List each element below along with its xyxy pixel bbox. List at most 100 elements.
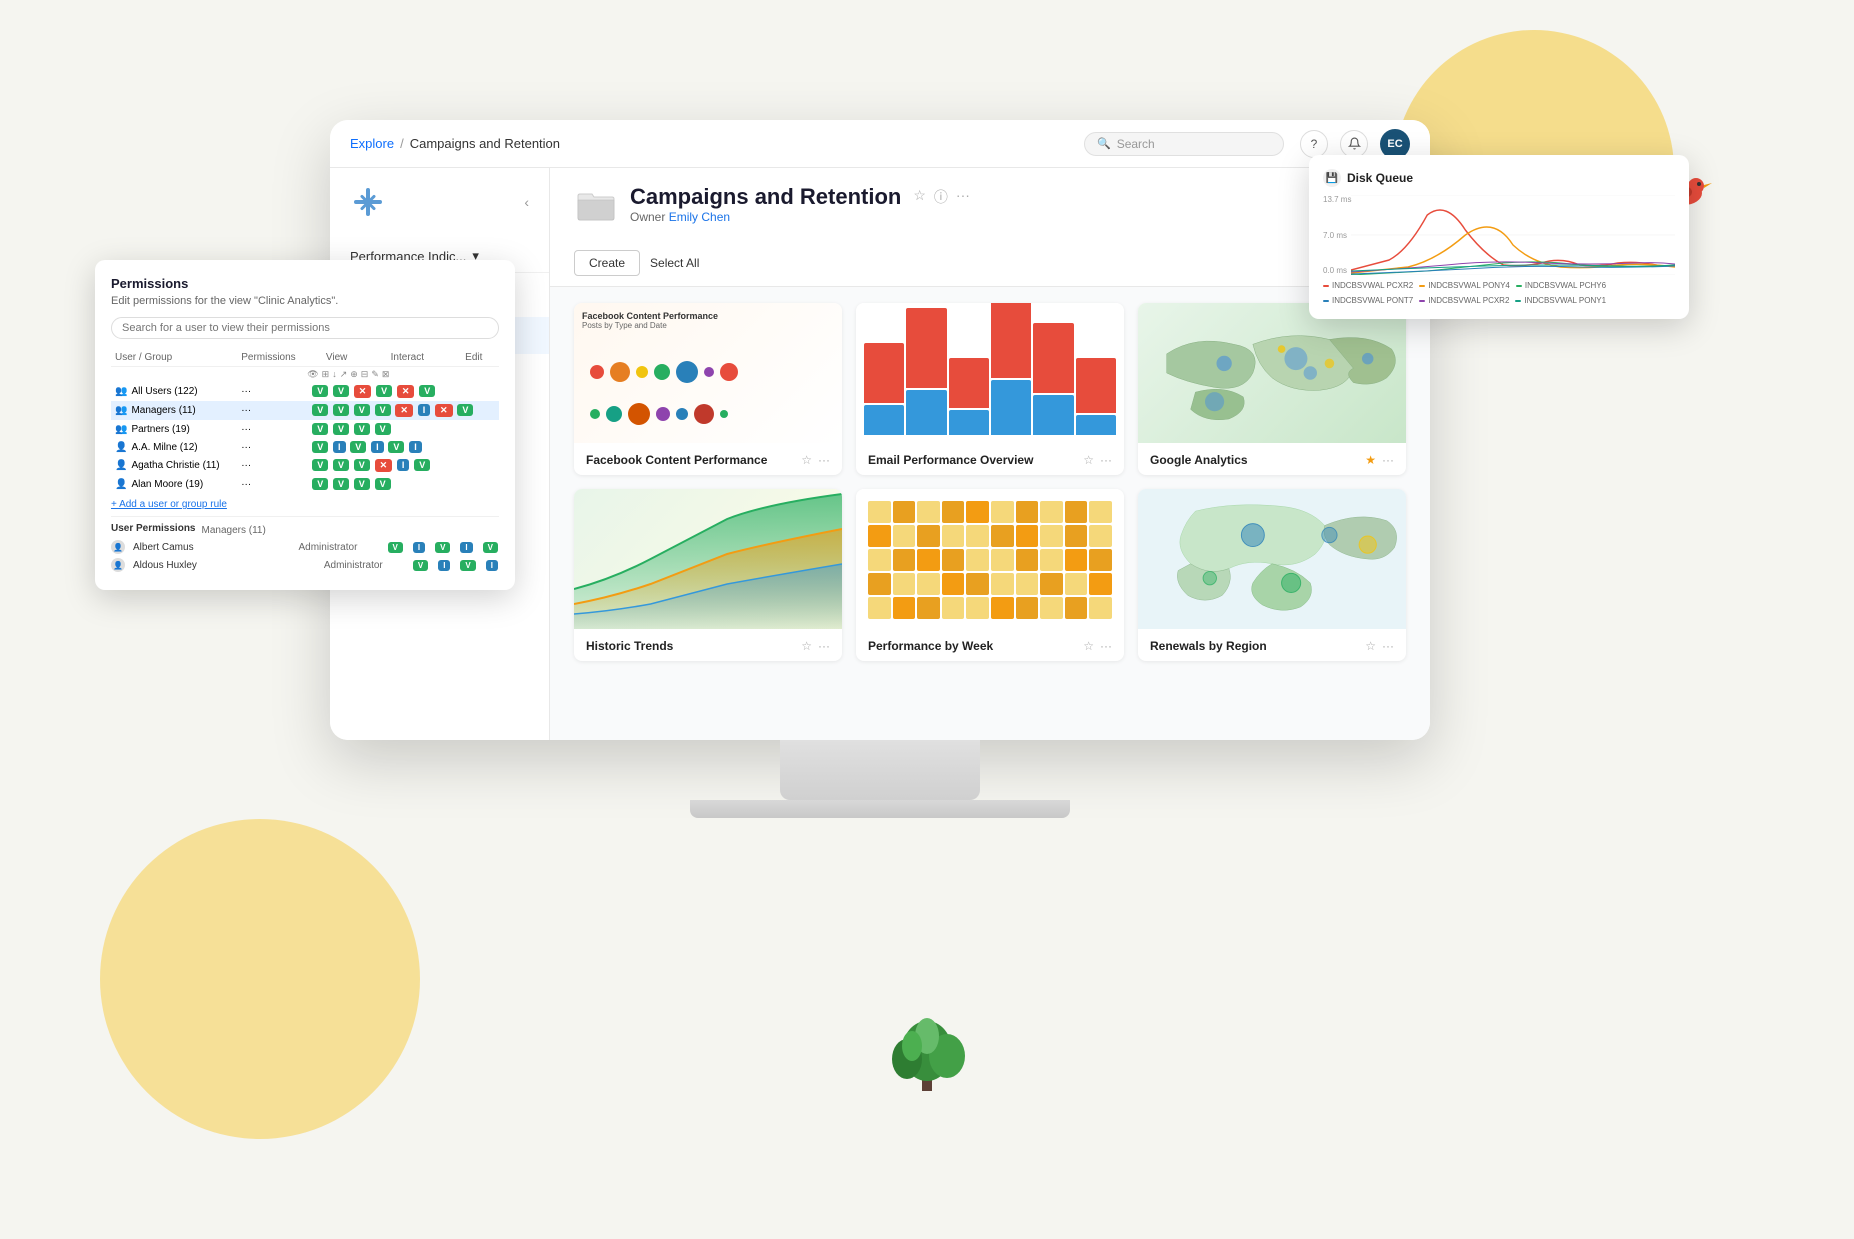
week-card-star-icon[interactable]: ☆ — [1083, 639, 1094, 653]
dq-y-label-bot: 0.0 ms — [1323, 266, 1351, 275]
disk-queue-chart: 13.7 ms 7.0 ms 0.0 ms — [1323, 195, 1675, 275]
search-icon: 🔍 — [1097, 137, 1111, 150]
user-row-albert[interactable]: 👤 Albert Camus Administrator V I V I V — [111, 538, 499, 556]
user-avatar[interactable]: EC — [1380, 129, 1410, 159]
select-all-button[interactable]: Select All — [650, 256, 699, 270]
perm-row-alan[interactable]: 👤 Alan Moore (19) ··· V V V V — [111, 475, 499, 493]
card-historic-thumbnail — [574, 489, 842, 629]
email-card-star-icon[interactable]: ☆ — [1083, 453, 1094, 467]
folder-icon — [574, 184, 618, 228]
permissions-subtitle: Edit permissions for the view "Clinic An… — [111, 295, 499, 307]
dq-legend-2: INDCBSVWAL PONY4 — [1419, 281, 1510, 290]
col-edit: Edit — [449, 349, 499, 367]
legend-dot-4 — [1323, 300, 1329, 302]
col-interact: Interact — [366, 349, 449, 367]
owner-name[interactable]: Emily Chen — [669, 210, 730, 224]
perm-partners-name: 👥 Partners (19) — [111, 420, 237, 438]
card-renewals-region[interactable]: Renewals by Region ☆ ··· — [1138, 489, 1406, 661]
email-card-more-icon[interactable]: ··· — [1100, 453, 1112, 467]
card-historic-trends[interactable]: Historic Trends ☆ ··· — [574, 489, 842, 661]
perm-icon-copy: ⊟ — [361, 369, 369, 380]
perm-row-managers[interactable]: 👥 Managers (11) ··· V V V V ✕ I ✕ V — [111, 401, 499, 420]
dq-legend-6: INDCBSVWAL PONY1 — [1515, 296, 1606, 305]
renewals-card-star-icon[interactable]: ☆ — [1365, 639, 1376, 653]
title-action-icons: ☆ ⓘ ··· — [913, 187, 970, 207]
legend-label-6: INDCBSVWAL PONY1 — [1524, 296, 1606, 305]
permissions-search-input[interactable] — [111, 317, 499, 339]
header-icons: ? EC — [1300, 129, 1410, 159]
app-header: Explore / Campaigns and Retention 🔍 Sear… — [330, 120, 1430, 168]
help-button[interactable]: ? — [1300, 130, 1328, 158]
dq-y-labels: 13.7 ms 7.0 ms 0.0 ms — [1323, 195, 1351, 275]
app-logo — [350, 184, 386, 220]
card-historic-title: Historic Trends — [586, 639, 673, 653]
legend-dot-6 — [1515, 300, 1521, 302]
card-week-footer: Performance by Week ☆ ··· — [856, 629, 1124, 661]
perm-icon-delete: ⊠ — [382, 369, 390, 380]
info-icon[interactable]: ⓘ — [934, 187, 948, 207]
aa-milne-icon: 👤 — [115, 442, 127, 453]
card-email-footer-icons: ☆ ··· — [1083, 453, 1112, 467]
albert-badge: V — [388, 542, 403, 553]
perm-row-all-users[interactable]: 👥 All Users (122) ··· V V ✕ V ✕ V — [111, 382, 499, 401]
card-week-footer-icons: ☆ ··· — [1083, 639, 1112, 653]
card-email-title: Email Performance Overview — [868, 453, 1033, 467]
perm-row-agatha[interactable]: 👤 Agatha Christie (11) ··· V V V ✕ I V — [111, 456, 499, 475]
user-perms-header: User Permissions Managers (11) — [111, 523, 499, 538]
renewals-card-more-icon[interactable]: ··· — [1382, 639, 1394, 653]
create-button[interactable]: Create — [574, 250, 640, 276]
dashboard-grid: Facebook Content Performance Posts by Ty… — [550, 287, 1430, 677]
perm-user-more[interactable]: ··· — [237, 382, 307, 401]
card-facebook-title: Facebook Content Performance — [586, 453, 767, 467]
legend-label-1: INDCBSVWAL PCXR2 — [1332, 281, 1413, 290]
perm-icon-filter: ⊞ — [322, 369, 330, 380]
perm-row-partners[interactable]: 👥 Partners (19) ··· V V V V — [111, 420, 499, 438]
owner-prefix: Owner — [630, 210, 665, 224]
bg-decoration-circle-bottom-left — [100, 819, 420, 1139]
card-facebook-thumbnail: Facebook Content Performance Posts by Ty… — [574, 303, 842, 443]
perm-row-aa-milne[interactable]: 👤 A.A. Milne (12) ··· V I V I V I — [111, 438, 499, 456]
perm-user-name: 👥 All Users (122) — [111, 382, 237, 401]
historic-card-more-icon[interactable]: ··· — [818, 639, 830, 653]
col-user-group: User / Group — [111, 349, 237, 367]
card-facebook-content[interactable]: Facebook Content Performance Posts by Ty… — [574, 303, 842, 475]
card-email-performance[interactable]: Email Performance Overview ☆ ··· — [856, 303, 1124, 475]
more-options-icon[interactable]: ··· — [956, 187, 970, 207]
dq-legend-4: INDCBSVWAL PONT7 — [1323, 296, 1413, 305]
monitor-stand — [780, 740, 980, 800]
disk-queue-panel: 💾 Disk Queue 13.7 ms 7.0 ms 0.0 ms — [1309, 155, 1689, 319]
legend-dot-3 — [1516, 285, 1522, 287]
ga-card-more-icon[interactable]: ··· — [1382, 453, 1394, 467]
search-bar[interactable]: 🔍 Search — [1084, 132, 1284, 156]
sidebar-collapse-button[interactable]: ‹ — [524, 194, 529, 210]
card-google-analytics[interactable]: Google Analytics ★ ··· — [1138, 303, 1406, 475]
search-placeholder: Search — [1117, 137, 1155, 151]
col-view: View — [307, 349, 366, 367]
ga-card-star-icon[interactable]: ★ — [1365, 453, 1376, 467]
legend-label-3: INDCBSVWAL PCHY6 — [1525, 281, 1606, 290]
add-rule-link[interactable]: + Add a user or group rule — [111, 499, 499, 510]
alan-icon: 👤 — [115, 479, 127, 490]
legend-label-5: INDCBSVWAL PCXR2 — [1428, 296, 1509, 305]
week-card-more-icon[interactable]: ··· — [1100, 639, 1112, 653]
monitor-base — [690, 800, 1070, 818]
notification-button[interactable] — [1340, 130, 1368, 158]
perm-icon-share: ↗ — [340, 369, 348, 380]
card-ga-footer: Google Analytics ★ ··· — [1138, 443, 1406, 475]
permissions-panel: Permissions Edit permissions for the vie… — [95, 260, 515, 590]
historic-card-star-icon[interactable]: ☆ — [801, 639, 812, 653]
aldous-avatar: 👤 — [111, 558, 125, 572]
user-row-aldous[interactable]: 👤 Aldous Huxley Administrator V I V I — [111, 556, 499, 574]
card-performance-week[interactable]: Performance by Week ☆ ··· — [856, 489, 1124, 661]
star-icon[interactable]: ☆ — [913, 187, 926, 207]
albert-avatar: 👤 — [111, 540, 125, 554]
card-renewals-footer-icons: ☆ ··· — [1365, 639, 1394, 653]
perm-icon-download: ↓ — [332, 369, 337, 380]
disk-queue-icon: 💾 — [1323, 169, 1341, 187]
card-star-icon[interactable]: ☆ — [801, 453, 812, 467]
perm-managers-more[interactable]: ··· — [237, 401, 307, 420]
toolbar-row: Create Select All Content typ... — [574, 240, 1406, 286]
legend-dot-1 — [1323, 285, 1329, 287]
breadcrumb-explore[interactable]: Explore — [350, 136, 394, 151]
card-more-icon[interactable]: ··· — [818, 453, 830, 467]
